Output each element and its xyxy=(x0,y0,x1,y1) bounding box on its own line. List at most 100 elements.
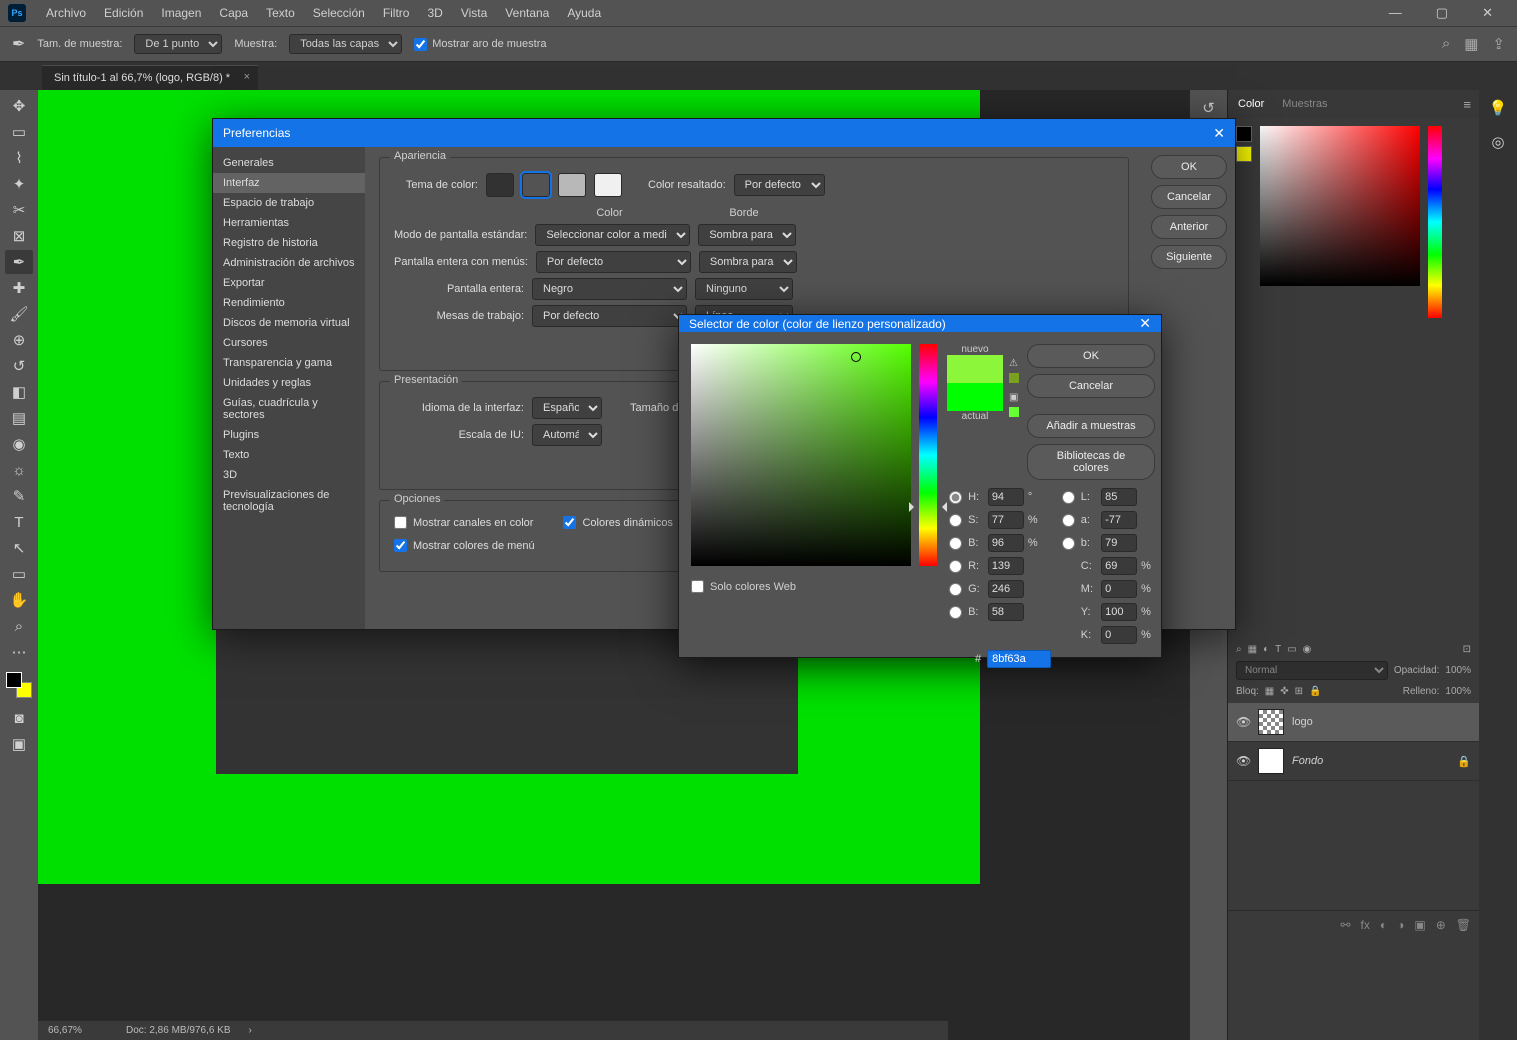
lock-artboard-icon[interactable]: ⊞ xyxy=(1295,686,1303,697)
s-radio[interactable] xyxy=(947,514,964,527)
share-icon[interactable]: ⇪ xyxy=(1492,35,1505,53)
y-input[interactable] xyxy=(1101,603,1137,621)
bb-radio[interactable] xyxy=(947,606,964,619)
pen-tool[interactable]: ✎ xyxy=(5,484,33,508)
c-input[interactable] xyxy=(1101,557,1137,575)
gamut-swatch[interactable] xyxy=(1009,373,1019,383)
lab-b-radio[interactable] xyxy=(1060,537,1077,550)
mask-icon[interactable]: ◐ xyxy=(1380,918,1387,932)
theme-swatch-light[interactable] xyxy=(558,173,586,197)
wand-tool[interactable]: ✦ xyxy=(5,172,33,196)
b-radio[interactable] xyxy=(947,537,964,550)
hex-input[interactable] xyxy=(987,650,1051,668)
r-radio[interactable] xyxy=(947,560,964,573)
prefs-category[interactable]: Plugins xyxy=(213,425,365,445)
arrange-icon[interactable]: ▦ xyxy=(1464,35,1478,53)
dynamic-colors-checkbox[interactable] xyxy=(563,516,576,529)
color-libraries-button[interactable]: Bibliotecas de colores xyxy=(1027,444,1155,480)
menu-item[interactable]: Ayuda xyxy=(559,2,609,24)
menu-item[interactable]: Capa xyxy=(211,2,256,24)
menu-item[interactable]: Texto xyxy=(258,2,303,24)
color-field[interactable] xyxy=(1260,126,1420,286)
learn-icon[interactable]: 💡 xyxy=(1484,96,1512,120)
g-radio[interactable] xyxy=(947,583,964,596)
prefs-category[interactable]: Texto xyxy=(213,445,365,465)
frame-tool[interactable]: ⊠ xyxy=(5,224,33,248)
edit-toolbar[interactable]: ⋯ xyxy=(5,640,33,664)
delete-icon[interactable]: 🗑 xyxy=(1456,918,1471,932)
prefs-category[interactable]: Transparencia y gama xyxy=(213,353,365,373)
prefs-category[interactable]: Guías, cuadrícula y sectores xyxy=(213,393,365,425)
menu-item[interactable]: 3D xyxy=(419,2,450,24)
lasso-tool[interactable]: ⌇ xyxy=(5,146,33,170)
fx-icon[interactable]: fx xyxy=(1361,918,1370,932)
websafe-swatch[interactable] xyxy=(1009,407,1019,417)
visibility-icon[interactable]: 👁 xyxy=(1236,715,1250,729)
minimize-icon[interactable]: — xyxy=(1381,1,1410,25)
h-input[interactable] xyxy=(988,488,1024,506)
search-icon[interactable]: ⌕ xyxy=(1442,35,1450,53)
theme-swatch-darkest[interactable] xyxy=(486,173,514,197)
prefs-category[interactable]: Generales xyxy=(213,153,365,173)
m-input[interactable] xyxy=(1101,580,1137,598)
stdscreen-color-select[interactable]: Seleccionar color a medida... xyxy=(535,224,690,246)
next-button[interactable]: Siguiente xyxy=(1151,245,1227,269)
layer-thumbnail[interactable] xyxy=(1258,709,1284,735)
hue-slider[interactable] xyxy=(1428,126,1442,318)
cancel-button[interactable]: Cancelar xyxy=(1151,185,1227,209)
eraser-tool[interactable]: ◧ xyxy=(5,380,33,404)
fullscreen-border-select[interactable]: Ninguno xyxy=(695,278,793,300)
cc-libraries-icon[interactable]: ◎ xyxy=(1484,130,1512,154)
s-input[interactable] xyxy=(988,511,1024,529)
type-tool[interactable]: T xyxy=(5,510,33,534)
quickmask-tool[interactable]: ◙ xyxy=(5,706,33,730)
gamut-warning-icon[interactable]: ⚠ xyxy=(1009,358,1021,370)
prefs-category[interactable]: Exportar xyxy=(213,273,365,293)
theme-swatch-lightest[interactable] xyxy=(594,173,622,197)
websafe-warning-icon[interactable]: ▣ xyxy=(1009,392,1021,404)
visibility-icon[interactable]: 👁 xyxy=(1236,754,1250,768)
close-icon[interactable]: ✕ xyxy=(1474,1,1501,25)
layer-row[interactable]: 👁 Fondo 🔒 xyxy=(1228,742,1479,781)
prefs-category[interactable]: Registro de historia xyxy=(213,233,365,253)
prefs-category[interactable]: Interfaz xyxy=(213,173,365,193)
eyedropper-tool[interactable]: ✒ xyxy=(5,250,33,274)
filter-icon[interactable]: ⌕ xyxy=(1236,644,1242,655)
prefs-category[interactable]: Unidades y reglas xyxy=(213,373,365,393)
tab-color[interactable]: Color xyxy=(1236,93,1266,115)
filter-icon[interactable]: ◉ xyxy=(1303,644,1312,655)
opacity-value[interactable]: 100% xyxy=(1445,665,1471,676)
fullscreen-color-select[interactable]: Negro xyxy=(532,278,687,300)
layer-name[interactable]: logo xyxy=(1292,716,1313,728)
g-input[interactable] xyxy=(988,580,1024,598)
new-layer-icon[interactable]: ⊕ xyxy=(1436,918,1446,932)
gradient-tool[interactable]: ▤ xyxy=(5,406,33,430)
channels-color-checkbox[interactable] xyxy=(394,516,407,529)
l-radio[interactable] xyxy=(1060,491,1077,504)
show-ring-checkbox[interactable] xyxy=(414,38,427,51)
screenmode-tool[interactable]: ▣ xyxy=(5,732,33,756)
filter-icon[interactable]: T xyxy=(1275,644,1281,655)
menu-item[interactable]: Ventana xyxy=(497,2,557,24)
current-color-swatch[interactable] xyxy=(947,383,1003,411)
prefs-category[interactable]: Administración de archivos xyxy=(213,253,365,273)
add-swatch-button[interactable]: Añadir a muestras xyxy=(1027,414,1155,438)
hand-tool[interactable]: ✋ xyxy=(5,588,33,612)
bb-input[interactable] xyxy=(988,603,1024,621)
language-select[interactable]: Español xyxy=(532,397,602,419)
layer-thumbnail[interactable] xyxy=(1258,748,1284,774)
a-input[interactable] xyxy=(1101,511,1137,529)
move-tool[interactable]: ✥ xyxy=(5,94,33,118)
prefs-category[interactable]: Previsualizaciones de tecnología xyxy=(213,485,365,517)
ok-button[interactable]: OK xyxy=(1027,344,1155,368)
zoom-level[interactable]: 66,67% xyxy=(48,1025,108,1036)
dialog-titlebar[interactable]: Selector de color (color de lienzo perso… xyxy=(679,315,1161,332)
prev-button[interactable]: Anterior xyxy=(1151,215,1227,239)
foreground-color[interactable] xyxy=(6,672,22,688)
stamp-tool[interactable]: ⊕ xyxy=(5,328,33,352)
prefs-category[interactable]: Cursores xyxy=(213,333,365,353)
prefs-category[interactable]: 3D xyxy=(213,465,365,485)
doc-size[interactable]: Doc: 2,86 MB/976,6 KB xyxy=(126,1025,231,1036)
lock-position-icon[interactable]: ✜ xyxy=(1280,686,1288,697)
fill-value[interactable]: 100% xyxy=(1445,686,1471,697)
